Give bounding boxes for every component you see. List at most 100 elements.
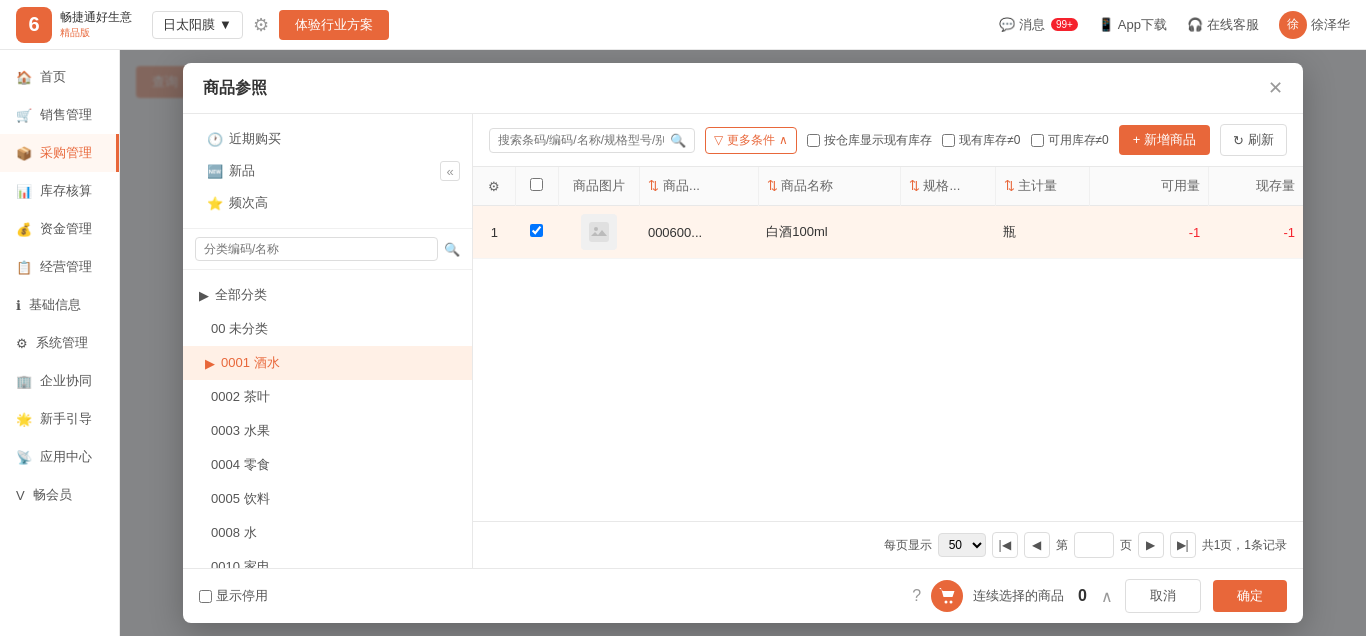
collapse-left-panel-btn[interactable]: « [440,161,460,181]
col-unit-header[interactable]: ⇅ 主计量 [995,167,1090,206]
nav-app[interactable]: 📱 App下载 [1098,16,1167,34]
sidebar-item-manage[interactable]: 📋 经营管理 [0,248,119,286]
system-icon: ⚙ [16,336,28,351]
category-appliance[interactable]: 0010 家电 [183,550,472,568]
modal-header: 商品参照 ✕ [183,63,1303,114]
sidebar-item-member[interactable]: V 畅会员 [0,476,119,514]
sort-unit-icon: ⇅ [1004,178,1015,193]
product-table-wrapper: ⚙ 商品图片 ⇅ 商品... [473,167,1303,521]
col-name-header[interactable]: ⇅ 商品名称 [758,167,900,206]
product-table: ⚙ 商品图片 ⇅ 商品... [473,167,1303,259]
modal-overlay: 商品参照 ✕ 🕐 近期购买 [120,50,1366,636]
table-row[interactable]: 1 [473,206,1303,259]
add-product-btn[interactable]: + 新增商品 [1119,125,1210,155]
available-checkbox[interactable] [1031,134,1044,147]
sidebar-item-appcenter[interactable]: 📡 应用中心 [0,438,119,476]
top-nav: 6 畅捷通好生意 精品版 日太阳膜 ▼ ⚙ 体验行业方案 💬 消息 99+ 📱 … [0,0,1366,50]
exp-btn[interactable]: 体验行业方案 [279,10,389,40]
category-uncategorized[interactable]: 00 未分类 [183,312,472,346]
page-total-info: 共1页，1条记录 [1202,537,1287,554]
page-size-select[interactable]: 50 [938,533,986,557]
sidebar-item-guide[interactable]: 🌟 新手引导 [0,400,119,438]
row-unit: 瓶 [995,206,1090,259]
sidebar-item-purchase[interactable]: 📦 采购管理 [0,134,119,172]
guide-icon: 🌟 [16,412,32,427]
finance-icon: 💰 [16,222,32,237]
sidebar-item-sales[interactable]: 🛒 销售管理 [0,96,119,134]
home-icon: 🏠 [16,70,32,85]
sort-code-icon: ⇅ [648,178,659,193]
quick-filter-recent[interactable]: 🕐 近期购买 [195,124,432,154]
content-area: 查询 设置 刷新 商品参照 ✕ [120,50,1366,636]
msg-badge: 99+ [1051,18,1078,31]
sidebar-item-finance[interactable]: 💰 资金管理 [0,210,119,248]
category-tea[interactable]: 0002 茶叶 [183,380,472,414]
next-page-btn[interactable]: ▶ [1138,532,1164,558]
checkbox-available[interactable]: 可用库存≠0 [1031,132,1109,149]
refresh-btn[interactable]: ↻ 刷新 [1220,124,1287,156]
collapse-cart-btn[interactable]: ∧ [1101,587,1113,606]
category-fruit[interactable]: 0003 水果 [183,414,472,448]
stock-checkbox[interactable] [942,134,955,147]
nav-msg[interactable]: 💬 消息 99+ [999,16,1078,34]
sidebar-item-stock[interactable]: 📊 库存核算 [0,172,119,210]
first-page-btn[interactable]: |◀ [992,532,1018,558]
quick-filter-new[interactable]: 🆕 新品 [195,156,432,186]
product-search-input[interactable] [498,133,664,147]
nav-user[interactable]: 徐 徐泽华 [1279,11,1350,39]
left-sidebar: 🏠 首页 🛒 销售管理 📦 采购管理 📊 库存核算 💰 资金管理 📋 经营管理 … [0,50,120,636]
member-icon: V [16,488,25,503]
page-input[interactable]: 1 [1074,532,1114,558]
sidebar-item-system[interactable]: ⚙ 系统管理 [0,324,119,362]
sidebar-item-info[interactable]: ℹ 基础信息 [0,286,119,324]
modal-left-panel: 🕐 近期购买 🆕 新品 ⭐ 频次高 [183,114,473,568]
col-spec-header[interactable]: ⇅ 规格... [900,167,995,206]
category-search-icon[interactable]: 🔍 [444,242,460,257]
checkbox-stock[interactable]: 现有库存≠0 [942,132,1020,149]
search-icon[interactable]: 🔍 [670,133,686,148]
col-stock-header: 现存量 [1208,167,1303,206]
select-all-checkbox[interactable] [530,178,543,191]
category-snack[interactable]: 0004 零食 [183,448,472,482]
cart-label: 连续选择的商品 [973,587,1064,605]
last-page-btn[interactable]: ▶| [1170,532,1196,558]
cancel-button[interactable]: 取消 [1125,579,1201,613]
sidebar-item-home[interactable]: 🏠 首页 [0,58,119,96]
category-water[interactable]: 0008 水 [183,516,472,550]
col-code-header[interactable]: ⇅ 商品... [640,167,758,206]
refresh-icon: ↻ [1233,133,1244,148]
category-liquor[interactable]: ▶ 0001 酒水 [183,346,472,380]
cart-icon-btn[interactable] [931,580,963,612]
appcenter-icon: 📡 [16,450,32,465]
checkbox-warehouse[interactable]: 按仓库显示现有库存 [807,132,932,149]
quick-filter-freq[interactable]: ⭐ 频次高 [195,188,432,218]
category-search-input[interactable] [195,237,438,261]
product-image [581,214,617,250]
corp-icon: 🏢 [16,374,32,389]
nav-service[interactable]: 🎧 在线客服 [1187,16,1259,34]
filter-more-btn[interactable]: ▽ 更多条件 ∧ [705,127,797,154]
row-checkbox[interactable] [530,224,543,237]
col-settings-header[interactable]: ⚙ [473,167,516,206]
category-drink[interactable]: 0005 饮料 [183,482,472,516]
nav-selector[interactable]: 日太阳膜 ▼ [152,11,243,39]
prev-page-btn[interactable]: ◀ [1024,532,1050,558]
modal-body: 🕐 近期购买 🆕 新品 ⭐ 频次高 [183,114,1303,568]
confirm-button[interactable]: 确定 [1213,580,1287,612]
purchase-icon: 📦 [16,146,32,161]
category-all[interactable]: ▶ 全部分类 [183,278,472,312]
settings-icon[interactable]: ⚙ [253,14,269,36]
warehouse-checkbox[interactable] [807,134,820,147]
clock-icon: 🕐 [207,132,223,147]
sort-spec-icon: ⇅ [909,178,920,193]
msg-icon: 💬 [999,17,1015,32]
show-disabled-checkbox[interactable] [199,590,212,603]
show-disabled-label[interactable]: 显示停用 [199,587,268,605]
modal-close-button[interactable]: ✕ [1268,77,1283,99]
logo-text: 畅捷通好生意 [60,9,132,26]
svg-rect-0 [589,222,609,242]
sidebar-item-corp[interactable]: 🏢 企业协同 [0,362,119,400]
main-layout: 🏠 首页 🛒 销售管理 📦 采购管理 📊 库存核算 💰 资金管理 📋 经营管理 … [0,50,1366,636]
info-icon: ℹ [16,298,21,313]
help-icon[interactable]: ? [912,587,921,605]
